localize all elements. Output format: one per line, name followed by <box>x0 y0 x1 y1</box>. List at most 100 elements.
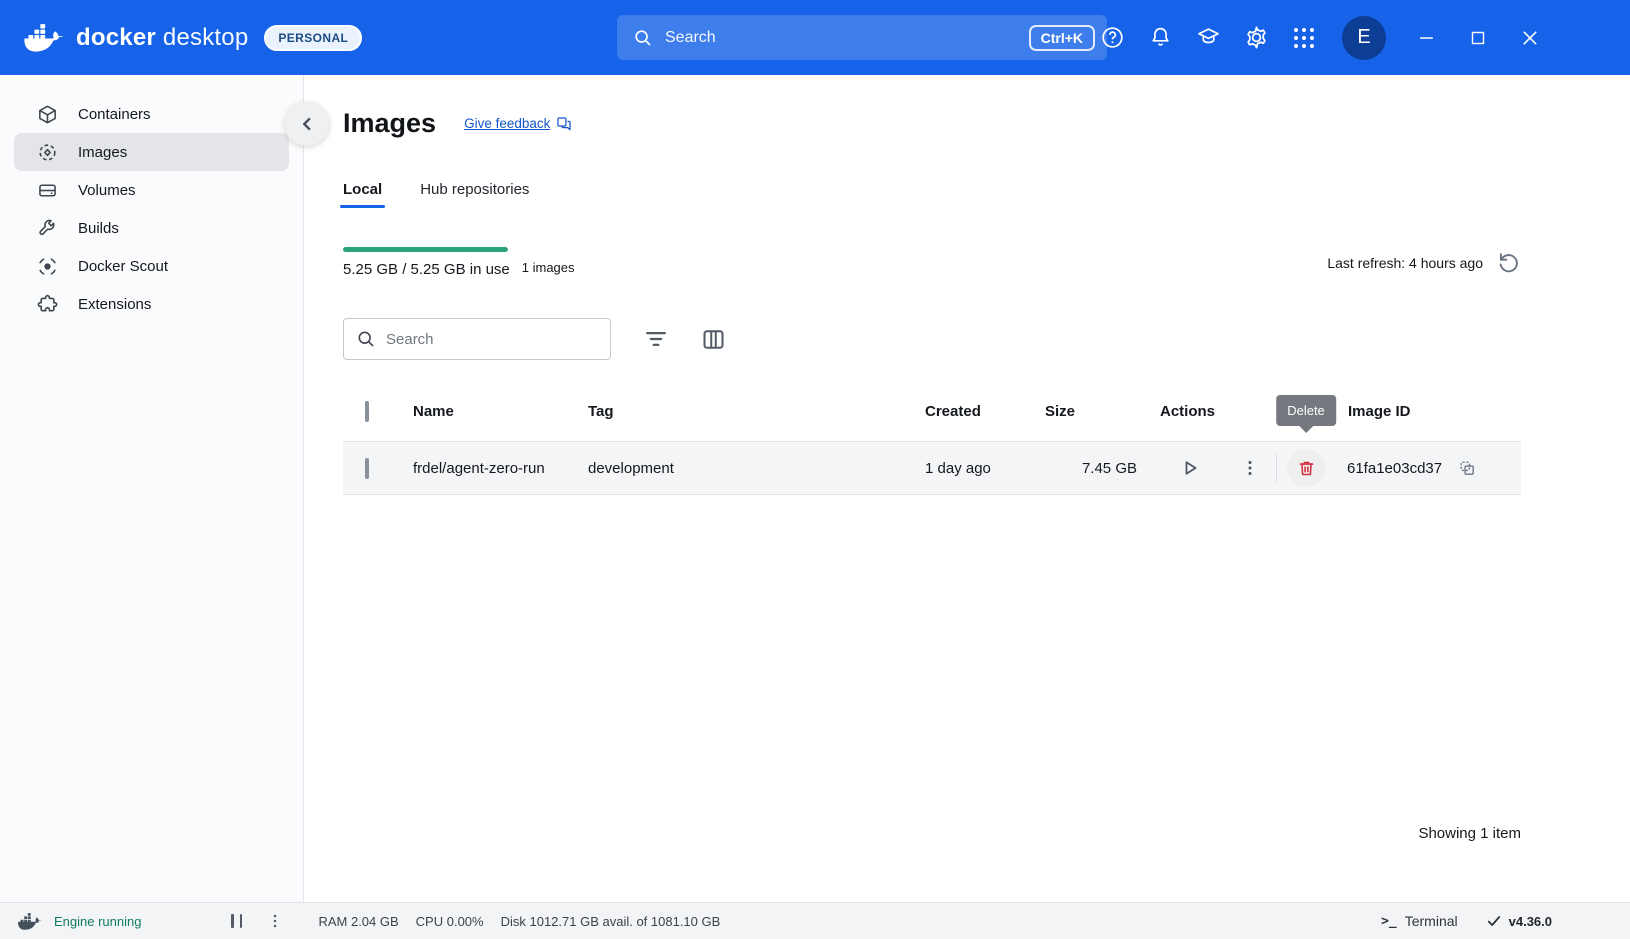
tab-local[interactable]: Local <box>339 181 386 208</box>
terminal-icon: >_ <box>1381 913 1397 929</box>
learning-center-button[interactable] <box>1184 14 1232 62</box>
docker-whale-icon <box>24 23 64 52</box>
sidebar-item-label: Images <box>78 143 128 161</box>
version-status[interactable]: v4.36.0 <box>1486 913 1552 929</box>
copy-image-id-button[interactable] <box>1458 459 1477 478</box>
titlebar: docker desktop PERSONAL Search Ctrl+K E <box>0 0 1630 75</box>
usage-progress-bar <box>343 247 508 252</box>
global-search-placeholder: Search <box>665 28 716 46</box>
global-search[interactable]: Search Ctrl+K <box>617 15 1107 60</box>
apps-grid-button[interactable] <box>1280 14 1328 62</box>
pause-engine-button[interactable] <box>231 914 243 928</box>
column-header-name[interactable]: Name <box>400 403 575 420</box>
row-checkbox[interactable] <box>365 457 369 479</box>
brand-name: docker <box>76 23 156 51</box>
engine-status[interactable]: Engine running <box>18 912 142 930</box>
images-table: Delete Name Tag Created Size Actions Ima… <box>343 393 1521 495</box>
containers-cube-icon <box>36 104 58 125</box>
column-header-created[interactable]: Created <box>912 403 1032 420</box>
statusbar-right: >_ Terminal v4.36.0 <box>1381 913 1552 929</box>
row-more-actions-button[interactable] <box>1233 451 1267 485</box>
run-image-button[interactable] <box>1173 451 1207 485</box>
column-header-tag[interactable]: Tag <box>575 403 817 420</box>
toolbar <box>343 318 726 360</box>
terminal-label: Terminal <box>1404 913 1458 929</box>
terminal-button[interactable]: >_ Terminal <box>1381 913 1458 929</box>
grid-dots-icon <box>1294 27 1314 48</box>
avatar[interactable]: E <box>1342 15 1386 60</box>
table-search-input[interactable] <box>386 330 586 348</box>
cpu-usage: CPU 0.00% <box>415 913 484 929</box>
search-icon <box>633 28 653 48</box>
usage-progress-fill <box>343 247 508 252</box>
window-minimize-button[interactable] <box>1400 14 1452 62</box>
settings-gear-button[interactable] <box>1232 14 1280 62</box>
sidebar-item-volumes[interactable]: Volumes <box>14 171 289 209</box>
showing-items-count: Showing 1 item <box>1418 825 1521 842</box>
window-close-button[interactable] <box>1504 14 1556 62</box>
builds-wrench-icon <box>36 218 58 239</box>
last-refresh-label: Last refresh: 4 hours ago <box>1327 255 1483 271</box>
table-search-box[interactable] <box>343 318 611 360</box>
help-button[interactable] <box>1088 14 1136 62</box>
app-logo: docker desktop PERSONAL <box>0 23 363 52</box>
sidebar-item-label: Extensions <box>78 295 152 313</box>
sidebar-item-label: Docker Scout <box>78 257 169 275</box>
table-row[interactable]: frdel/agent-zero-run development 1 day a… <box>343 441 1521 495</box>
docker-scout-icon <box>36 256 58 277</box>
sidebar-item-containers[interactable]: Containers <box>14 95 289 133</box>
tabs: Local Hub repositories <box>339 181 529 208</box>
refresh-group: Last refresh: 4 hours ago <box>1327 250 1521 276</box>
image-tag: development <box>588 459 674 477</box>
sidebar-collapse-button[interactable] <box>285 102 329 146</box>
volumes-disk-icon <box>36 180 58 201</box>
column-header-actions: Actions <box>1160 403 1216 420</box>
sidebar-item-builds[interactable]: Builds <box>14 209 289 247</box>
column-header-image-id[interactable]: Image ID <box>1335 403 1521 420</box>
check-icon <box>1487 916 1500 926</box>
avatar-initial: E <box>1357 26 1371 48</box>
delete-image-button[interactable] <box>1287 449 1325 487</box>
search-shortcut-badge: Ctrl+K <box>1028 24 1095 51</box>
disk-usage: Disk 1012.71 GB avail. of 1081.10 GB <box>500 913 721 929</box>
statusbar-more-button[interactable] <box>266 912 284 930</box>
sidebar-item-label: Builds <box>78 219 119 237</box>
give-feedback-label: Give feedback <box>464 116 551 131</box>
page-title: Images <box>343 108 437 138</box>
app-wordmark: docker desktop <box>76 24 248 52</box>
columns-button[interactable] <box>701 327 726 352</box>
filter-button[interactable] <box>643 326 669 352</box>
feedback-icon <box>556 116 572 132</box>
statusbar: Engine running RAM 2.04 GB CPU 0.00% Dis… <box>0 902 1630 939</box>
engine-status-label: Engine running <box>54 913 142 929</box>
meta-row: 5.25 GB / 5.25 GB in use 1 images Last r… <box>343 247 1521 278</box>
product-name: desktop <box>162 23 249 51</box>
row-actions <box>1147 442 1277 494</box>
main-content: Images Give feedback Local Hub repositor… <box>305 75 1630 902</box>
delete-tooltip: Delete <box>1276 395 1336 426</box>
ram-usage: RAM 2.04 GB <box>318 913 399 929</box>
disk-usage-block: 5.25 GB / 5.25 GB in use <box>343 247 510 278</box>
docker-whale-icon <box>18 912 42 930</box>
image-created: 1 day ago <box>925 459 991 477</box>
chevron-left-icon <box>296 113 318 135</box>
resource-stats: RAM 2.04 GB CPU 0.00% Disk 1012.71 GB av… <box>318 914 720 929</box>
refresh-button[interactable] <box>1495 250 1521 276</box>
images-count: 1 images <box>521 260 575 275</box>
window-maximize-button[interactable] <box>1452 14 1504 62</box>
plan-badge: PERSONAL <box>264 24 363 51</box>
give-feedback-link[interactable]: Give feedback <box>464 116 572 132</box>
sidebar-item-images[interactable]: Images <box>14 133 289 171</box>
tab-hub-repositories[interactable]: Hub repositories <box>420 181 529 208</box>
table-header-row: Name Tag Created Size Actions Image ID <box>343 393 1521 430</box>
column-header-size[interactable]: Size <box>1032 403 1147 420</box>
notifications-button[interactable] <box>1136 14 1184 62</box>
header-actions: E <box>1088 0 1630 75</box>
version-label: v4.36.0 <box>1508 913 1552 929</box>
select-all-checkbox[interactable] <box>365 401 369 422</box>
search-icon <box>356 329 376 349</box>
sidebar-item-extensions[interactable]: Extensions <box>14 285 289 323</box>
sidebar-item-docker-scout[interactable]: Docker Scout <box>14 247 289 285</box>
usage-text: 5.25 GB / 5.25 GB in use <box>343 261 510 278</box>
image-name: frdel/agent-zero-run <box>413 459 545 477</box>
